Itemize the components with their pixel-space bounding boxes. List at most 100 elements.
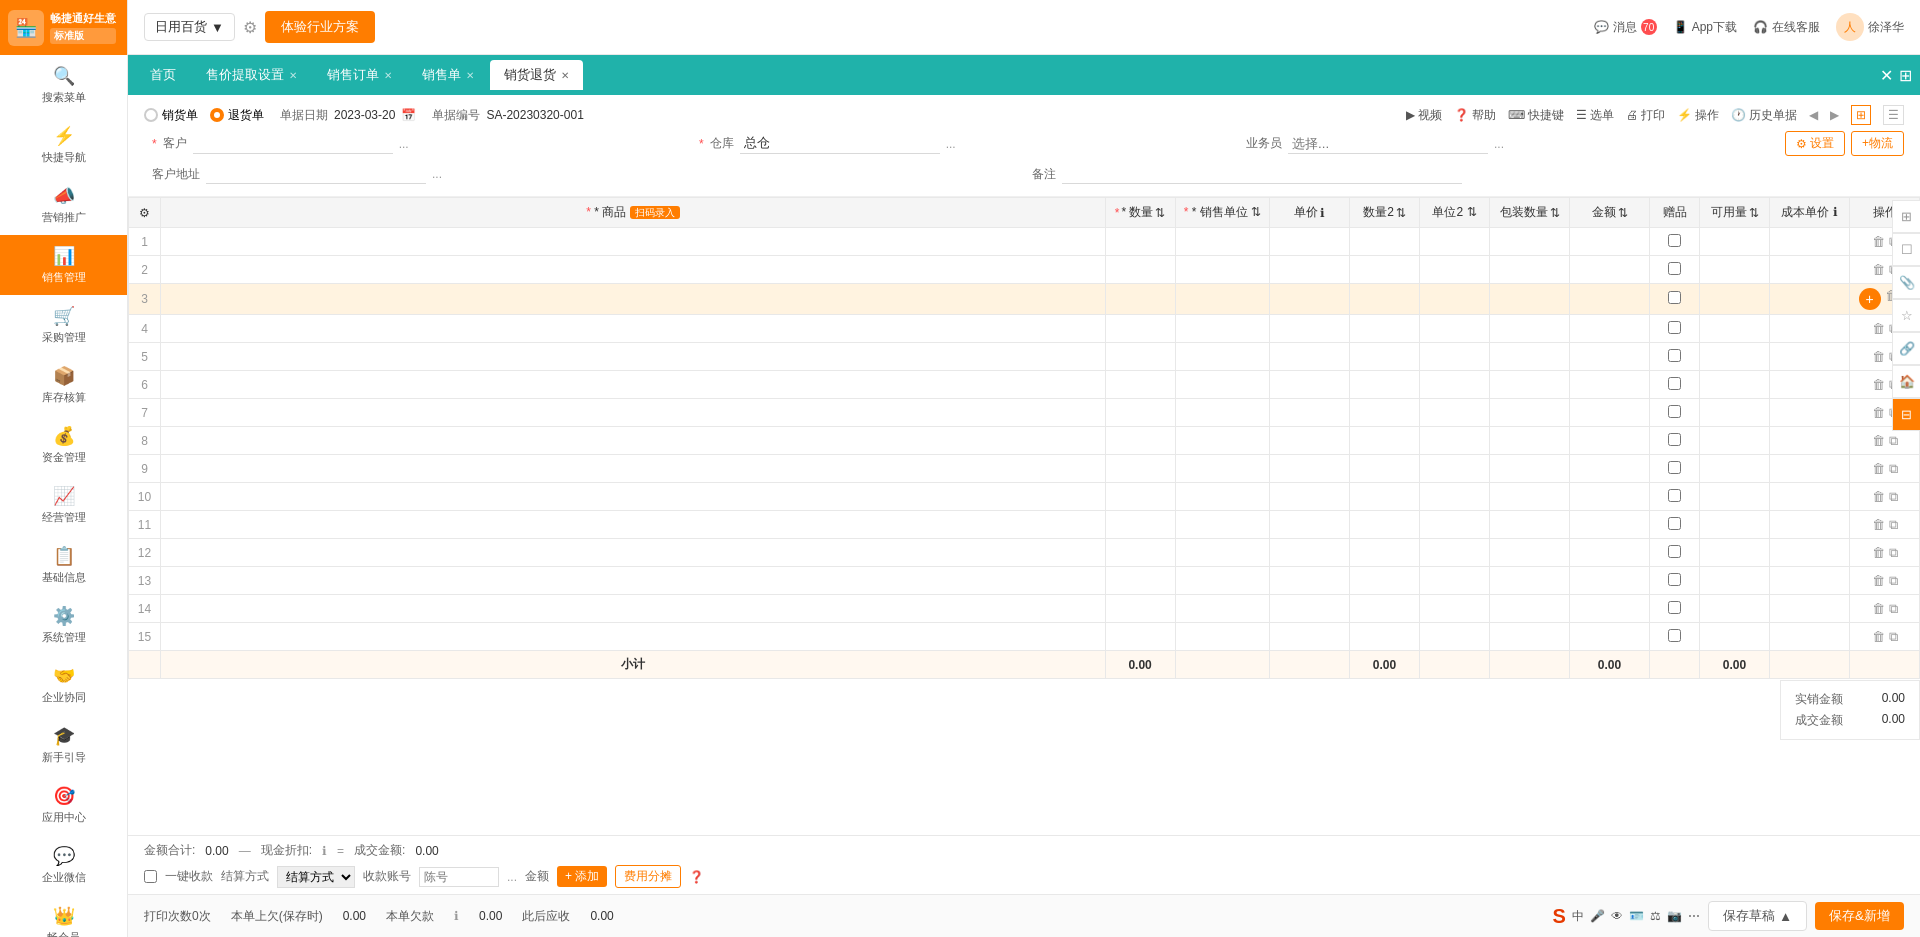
sidebar-item-inventory[interactable]: 📦 库存核算 <box>0 355 127 415</box>
account-input[interactable] <box>419 867 499 887</box>
row-qty2-15[interactable] <box>1350 623 1420 651</box>
row-pkg-2[interactable] <box>1490 256 1570 284</box>
row-price-10[interactable] <box>1270 483 1350 511</box>
help-btn[interactable]: ❓ 帮助 <box>1454 107 1496 124</box>
tab-expand-btn[interactable]: ⊞ <box>1899 66 1912 85</box>
online-service-item[interactable]: 🎧 在线客服 <box>1753 19 1820 36</box>
row-pkg-1[interactable] <box>1490 228 1570 256</box>
row-pkg-6[interactable] <box>1490 371 1570 399</box>
gift-checkbox-8[interactable] <box>1668 433 1681 446</box>
tab-price-settings-close[interactable]: ✕ <box>289 70 297 81</box>
row-product-15[interactable] <box>161 623 1106 651</box>
delete-row-icon[interactable]: 🗑 <box>1872 489 1885 505</box>
row-price-1[interactable] <box>1270 228 1350 256</box>
row-gift-4[interactable] <box>1650 315 1700 343</box>
row-qty2-11[interactable] <box>1350 511 1420 539</box>
copy-row-icon[interactable]: ⧉ <box>1889 461 1898 477</box>
delete-row-icon[interactable]: 🗑 <box>1872 234 1885 250</box>
row-gift-12[interactable] <box>1650 539 1700 567</box>
prev-record-btn[interactable]: ◀ <box>1809 108 1818 122</box>
row-unit2-1[interactable] <box>1420 228 1490 256</box>
row-product-2[interactable] <box>161 256 1106 284</box>
row-price-14[interactable] <box>1270 595 1350 623</box>
row-unit-6[interactable] <box>1175 371 1269 399</box>
row-product-11[interactable] <box>161 511 1106 539</box>
sidebar-item-search[interactable]: 🔍 搜索菜单 <box>0 55 127 115</box>
logistics-btn[interactable]: +物流 <box>1851 131 1904 156</box>
gift-checkbox-2[interactable] <box>1668 262 1681 275</box>
tab-sales-order-close[interactable]: ✕ <box>384 70 392 81</box>
row-product-14[interactable] <box>161 595 1106 623</box>
price-info-icon[interactable]: ℹ <box>1320 206 1325 220</box>
row-amount-13[interactable] <box>1570 567 1650 595</box>
row-pkg-5[interactable] <box>1490 343 1570 371</box>
copy-row-icon[interactable]: ⧉ <box>1889 433 1898 449</box>
row-gift-10[interactable] <box>1650 483 1700 511</box>
row-pkg-3[interactable] <box>1490 284 1570 315</box>
row-amount-15[interactable] <box>1570 623 1650 651</box>
row-pkg-11[interactable] <box>1490 511 1570 539</box>
row-unit-11[interactable] <box>1175 511 1269 539</box>
row-unit-13[interactable] <box>1175 567 1269 595</box>
row-gift-7[interactable] <box>1650 399 1700 427</box>
delete-row-icon[interactable]: 🗑 <box>1872 433 1885 449</box>
row-price-12[interactable] <box>1270 539 1350 567</box>
one-click-payment-checkbox[interactable] <box>144 870 157 883</box>
gift-checkbox-12[interactable] <box>1668 545 1681 558</box>
row-unit2-13[interactable] <box>1420 567 1490 595</box>
row-unit-3[interactable] <box>1175 284 1269 315</box>
row-product-12[interactable] <box>161 539 1106 567</box>
row-pkg-12[interactable] <box>1490 539 1570 567</box>
delete-row-icon[interactable]: 🗑 <box>1872 461 1885 477</box>
row-pkg-8[interactable] <box>1490 427 1570 455</box>
row-unit2-9[interactable] <box>1420 455 1490 483</box>
copy-row-icon[interactable]: ⧉ <box>1889 573 1898 589</box>
row-pkg-4[interactable] <box>1490 315 1570 343</box>
row-unit2-14[interactable] <box>1420 595 1490 623</box>
row-product-7[interactable] <box>161 399 1106 427</box>
gift-checkbox-13[interactable] <box>1668 573 1681 586</box>
gift-checkbox-7[interactable] <box>1668 405 1681 418</box>
price-sort[interactable]: 单价 ℹ <box>1294 204 1325 221</box>
tab-sales-return[interactable]: 销货退货 ✕ <box>490 60 583 90</box>
app-download-item[interactable]: 📱 App下载 <box>1673 19 1737 36</box>
row-price-15[interactable] <box>1270 623 1350 651</box>
row-qty-9[interactable] <box>1105 455 1175 483</box>
gift-checkbox-4[interactable] <box>1668 321 1681 334</box>
row-unit2-10[interactable] <box>1420 483 1490 511</box>
row-qty-11[interactable] <box>1105 511 1175 539</box>
delete-row-icon[interactable]: 🗑 <box>1872 321 1885 337</box>
add-row-btn[interactable]: + <box>1859 288 1881 310</box>
user-item[interactable]: 人 徐泽华 <box>1836 13 1904 41</box>
notification-item[interactable]: 💬 消息 70 <box>1594 19 1657 36</box>
select-order-btn[interactable]: ☰ 选单 <box>1576 107 1614 124</box>
row-product-1[interactable] <box>161 228 1106 256</box>
gift-checkbox-3[interactable] <box>1668 291 1681 304</box>
row-qty2-10[interactable] <box>1350 483 1420 511</box>
row-unit-4[interactable] <box>1175 315 1269 343</box>
right-icon-2[interactable]: ☐ <box>1892 233 1920 266</box>
row-unit-10[interactable] <box>1175 483 1269 511</box>
row-qty-14[interactable] <box>1105 595 1175 623</box>
breadcrumb-select[interactable]: 日用百货 ▼ <box>144 13 235 41</box>
row-gift-9[interactable] <box>1650 455 1700 483</box>
row-unit-5[interactable] <box>1175 343 1269 371</box>
address-dots[interactable]: ... <box>432 167 442 181</box>
delete-row-icon[interactable]: 🗑 <box>1872 377 1885 393</box>
row-unit-2[interactable] <box>1175 256 1269 284</box>
row-price-13[interactable] <box>1270 567 1350 595</box>
sidebar-item-appstore[interactable]: 🎯 应用中心 <box>0 775 127 835</box>
tab-sales-bill[interactable]: 销售单 ✕ <box>408 60 488 90</box>
row-gift-11[interactable] <box>1650 511 1700 539</box>
row-unit-12[interactable] <box>1175 539 1269 567</box>
warehouse-input[interactable] <box>740 134 940 154</box>
list-view-btn[interactable]: ☰ <box>1883 105 1904 125</box>
copy-row-icon[interactable]: ⧉ <box>1889 517 1898 533</box>
row-unit2-12[interactable] <box>1420 539 1490 567</box>
row-product-3[interactable] <box>161 284 1106 315</box>
row-qty-5[interactable] <box>1105 343 1175 371</box>
row-amount-10[interactable] <box>1570 483 1650 511</box>
delete-row-icon[interactable]: 🗑 <box>1872 349 1885 365</box>
row-qty-15[interactable] <box>1105 623 1175 651</box>
row-price-3[interactable] <box>1270 284 1350 315</box>
